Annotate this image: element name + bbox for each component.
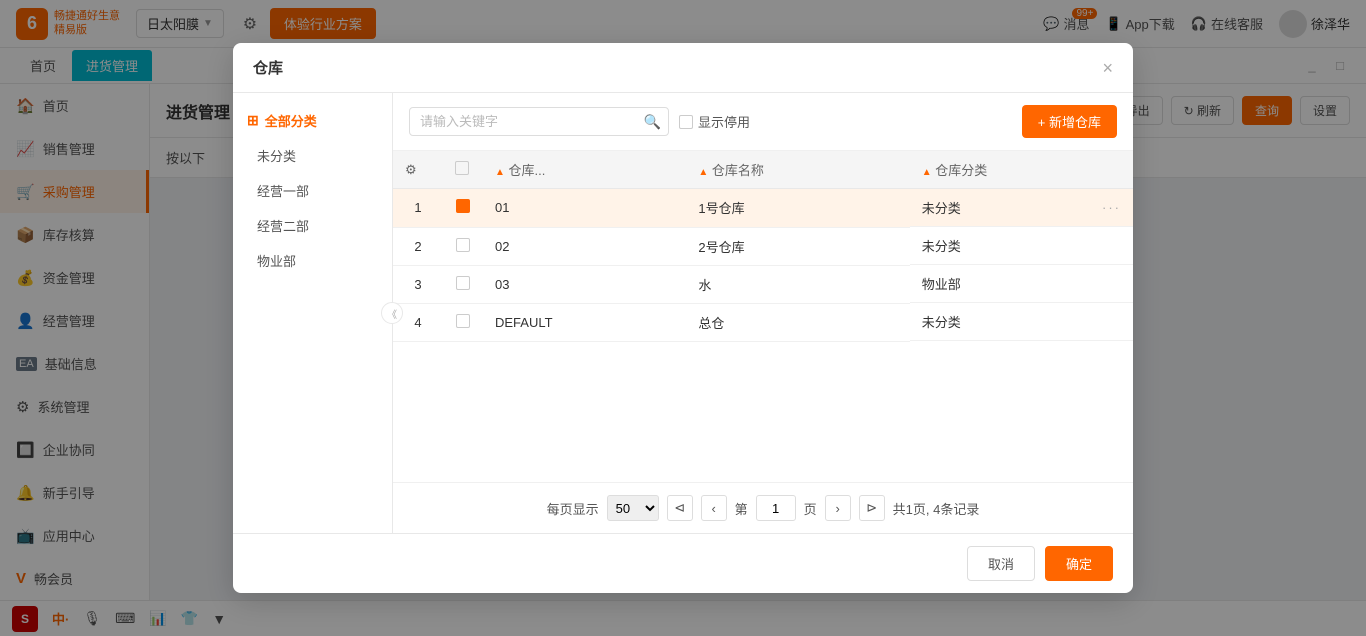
show-disabled-label[interactable]: 显示停用 <box>679 112 750 131</box>
row-name: 总仓 <box>686 303 909 341</box>
row-name: 1号仓库 <box>686 189 909 228</box>
col-header-category[interactable]: ▲ 仓库分类 <box>910 151 1133 189</box>
pagination: 每页显示 50 10 20 100 ⊲ ‹ 第 页 › ⊳ 共1页, 4条记录 <box>393 482 1133 533</box>
row-actions-dots[interactable]: ··· <box>1102 200 1121 215</box>
row-category: 未分类 <box>910 227 1133 265</box>
row-category: 物业部 <box>910 265 1133 303</box>
col-header-check <box>443 151 483 189</box>
sort-icon-code: ▲ <box>495 167 505 178</box>
select-all-checkbox[interactable] <box>455 161 469 175</box>
sort-icon-name: ▲ <box>698 167 708 178</box>
category-item-ops2[interactable]: 经营二部 <box>233 208 392 243</box>
row-code: 03 <box>483 265 686 303</box>
table-toolbar: 🔍 显示停用 + 新增仓库 <box>393 93 1133 151</box>
all-categories-button[interactable]: ⊞ 全部分类 <box>233 103 392 138</box>
page-number-input[interactable] <box>756 495 796 521</box>
search-input[interactable] <box>409 107 669 136</box>
warehouse-modal: 仓库 × ⊞ 全部分类 未分类 经营一部 经营二部 物业部 《 <box>233 43 1133 593</box>
row-code: 02 <box>483 227 686 265</box>
category-item-unclassified[interactable]: 未分类 <box>233 138 392 173</box>
row-checkbox[interactable] <box>443 265 483 303</box>
category-panel: ⊞ 全部分类 未分类 经营一部 经营二部 物业部 《 <box>233 93 393 533</box>
per-page-select[interactable]: 50 10 20 100 <box>607 495 659 521</box>
prev-page-button[interactable]: ‹ <box>701 495 727 521</box>
row-index: 2 <box>393 227 443 265</box>
row-checkbox[interactable] <box>443 303 483 341</box>
row-checkbox[interactable] <box>443 227 483 265</box>
search-wrap: 🔍 <box>409 107 669 136</box>
row-index: 1 <box>393 189 443 228</box>
row-checkbox[interactable] <box>443 189 483 228</box>
category-collapse-button[interactable]: 《 <box>381 302 403 324</box>
table-row[interactable]: 4 DEFAULT 总仓 未分类 <box>393 303 1133 341</box>
row-category: 未分类 ··· <box>910 189 1133 227</box>
add-warehouse-button[interactable]: + 新增仓库 <box>1022 105 1117 138</box>
table-panel: 🔍 显示停用 + 新增仓库 ⚙ <box>393 93 1133 533</box>
next-page-button[interactable]: › <box>825 495 851 521</box>
modal-overlay[interactable]: 仓库 × ⊞ 全部分类 未分类 经营一部 经营二部 物业部 《 <box>0 0 1366 636</box>
col-header-name[interactable]: ▲ 仓库名称 <box>686 151 909 189</box>
row-category: 未分类 <box>910 303 1133 341</box>
col-header-code[interactable]: ▲ 仓库... <box>483 151 686 189</box>
sort-icon-category: ▲ <box>922 167 932 178</box>
cancel-button[interactable]: 取消 <box>967 546 1035 581</box>
table-row[interactable]: 1 01 1号仓库 未分类 ··· <box>393 189 1133 228</box>
last-page-button[interactable]: ⊳ <box>859 495 885 521</box>
confirm-button[interactable]: 确定 <box>1045 546 1113 581</box>
search-icon[interactable]: 🔍 <box>644 113 661 130</box>
close-button[interactable]: × <box>1102 59 1113 77</box>
category-item-ops1[interactable]: 经营一部 <box>233 173 392 208</box>
modal-body: ⊞ 全部分类 未分类 经营一部 经营二部 物业部 《 🔍 <box>233 93 1133 533</box>
row-name: 2号仓库 <box>686 227 909 265</box>
modal-title: 仓库 <box>253 57 283 78</box>
show-disabled-checkbox[interactable] <box>679 115 693 129</box>
table-row[interactable]: 2 02 2号仓库 未分类 <box>393 227 1133 265</box>
row-name: 水 <box>686 265 909 303</box>
table-header-row: ⚙ ▲ 仓库... ▲ 仓库名称 <box>393 151 1133 189</box>
row-code: DEFAULT <box>483 303 686 341</box>
grid-icon: ⊞ <box>247 112 259 129</box>
table-container: ⚙ ▲ 仓库... ▲ 仓库名称 <box>393 151 1133 482</box>
warehouse-table: ⚙ ▲ 仓库... ▲ 仓库名称 <box>393 151 1133 342</box>
table-body: 1 01 1号仓库 未分类 ··· 2 02 2号仓库 未分类 3 <box>393 189 1133 342</box>
modal-header: 仓库 × <box>233 43 1133 93</box>
category-item-property[interactable]: 物业部 <box>233 243 392 278</box>
modal-footer: 取消 确定 <box>233 533 1133 593</box>
row-index: 3 <box>393 265 443 303</box>
first-page-button[interactable]: ⊲ <box>667 495 693 521</box>
table-row[interactable]: 3 03 水 物业部 <box>393 265 1133 303</box>
col-header-gear: ⚙ <box>393 151 443 189</box>
row-code: 01 <box>483 189 686 228</box>
